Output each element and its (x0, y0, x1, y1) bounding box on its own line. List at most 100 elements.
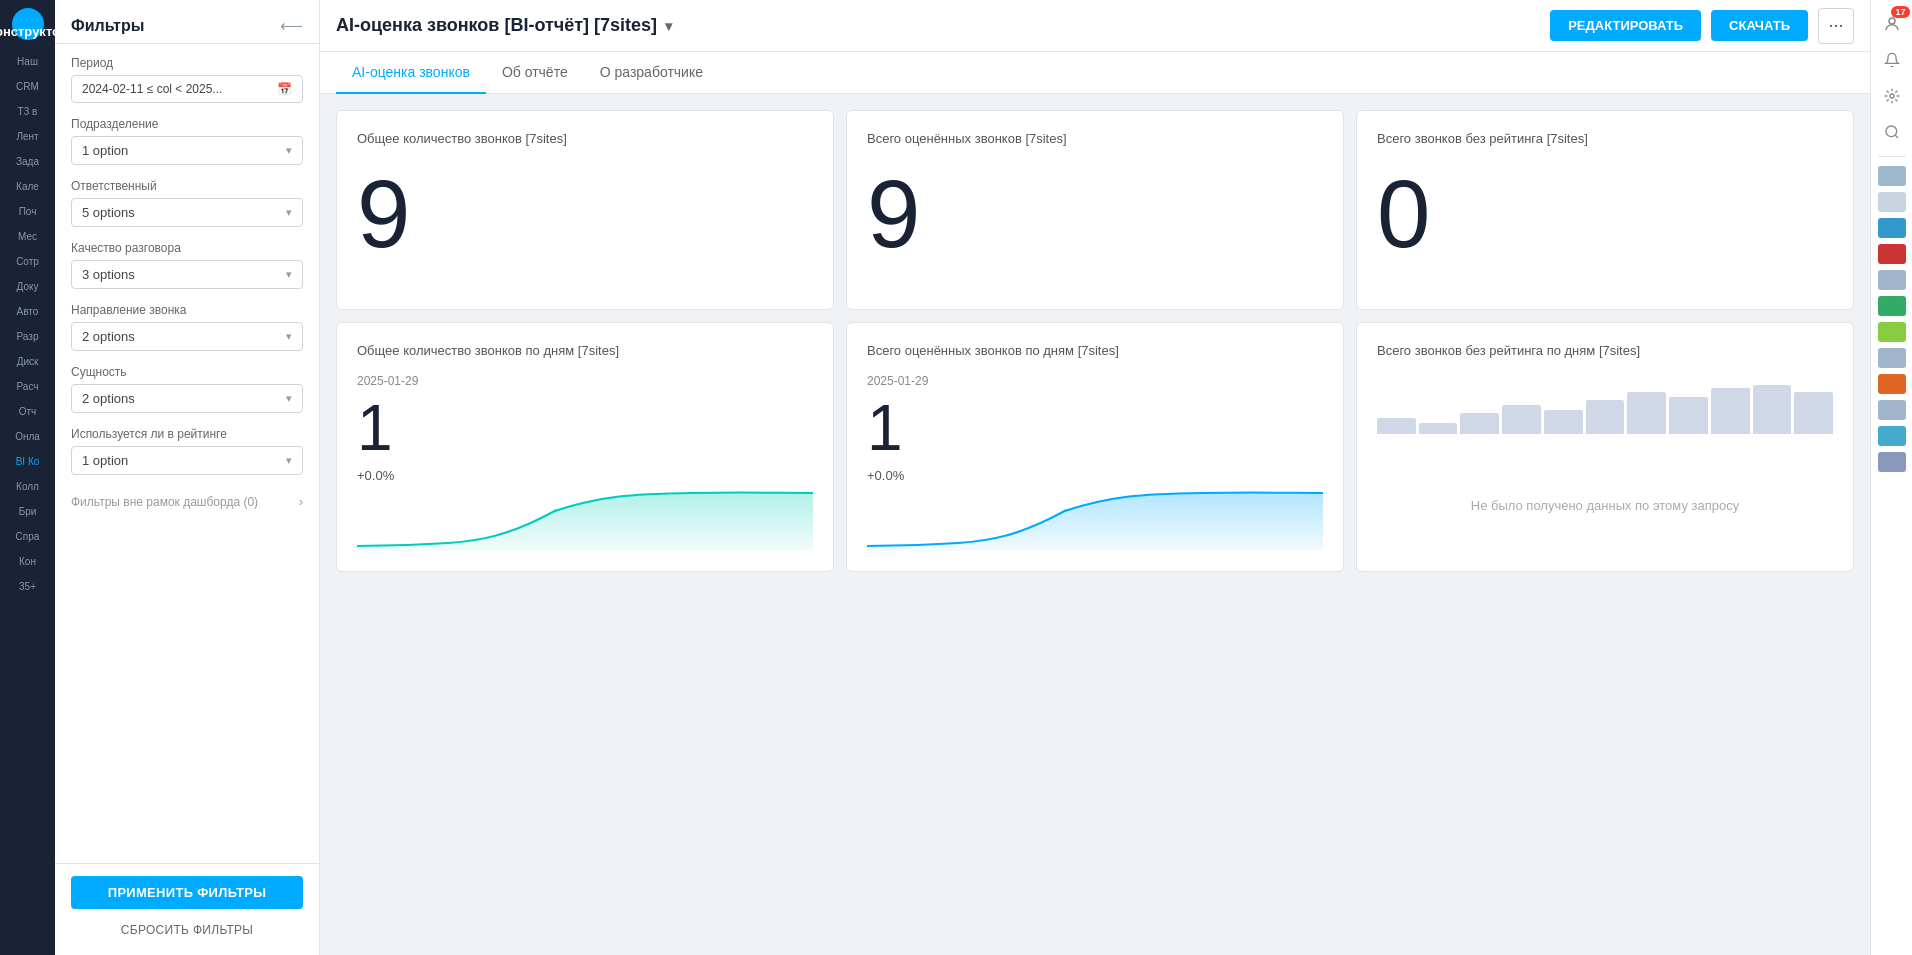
card-daily-total-value: 1 (357, 396, 813, 460)
filter-period: Период 2024-02-11 ≤ col < 2025... 📅 (71, 56, 303, 103)
filter-direction-select[interactable]: 2 options ▾ (71, 322, 303, 351)
nav-item-6[interactable]: Поч (0, 200, 55, 223)
calendar-icon: 📅 (277, 82, 292, 96)
filter-entity-label: Сущность (71, 365, 303, 379)
card-daily-rated: Всего оценённых звонков по дням [7sites]… (846, 322, 1344, 572)
outside-filters-label: Фильтры вне рамок дашборда (0) (71, 495, 258, 509)
nav-item-16[interactable]: BI Ко (0, 450, 55, 473)
tab-developer[interactable]: О разработчике (584, 52, 719, 94)
chevron-right-icon: › (299, 495, 303, 509)
chevron-down-icon-2: ▾ (286, 206, 292, 219)
bell-icon[interactable] (1876, 44, 1908, 76)
color-block-9 (1878, 400, 1906, 420)
no-data-text: Не было получено данных по этому запросу (1377, 498, 1833, 513)
chevron-down-icon-5: ▾ (286, 392, 292, 405)
cards-grid: Общее количество звонков [7sites] 9 Всег… (336, 110, 1854, 572)
chevron-down-icon-4: ▾ (286, 330, 292, 343)
color-block-4 (1878, 270, 1906, 290)
nav-item-0[interactable]: Наш (0, 50, 55, 73)
nav-item-10[interactable]: Авто (0, 300, 55, 323)
left-nav: BI Конструктор Наш CRM Т3 в Лент Зада Ка… (0, 0, 55, 955)
card-total-calls-title: Общее количество звонков [7sites] (357, 131, 813, 146)
app-logo[interactable]: BI Конструктор (12, 8, 44, 40)
content-area: Общее количество звонков [7sites] 9 Всег… (320, 94, 1870, 955)
card-rated-calls-value: 9 (867, 166, 1323, 262)
color-block-0 (1878, 166, 1906, 186)
main-area: AI-оценка звонков [BI-отчёт] [7sites] ▾ … (320, 0, 1870, 955)
svg-point-0 (1889, 18, 1895, 24)
filter-responsible: Ответственный 5 options ▾ (71, 179, 303, 227)
filter-rating-value: 1 option (82, 453, 128, 468)
card-daily-no-rating: Всего звонков без рейтинга по дням [7sit… (1356, 322, 1854, 572)
filter-responsible-value: 5 options (82, 205, 135, 220)
filter-entity: Сущность 2 options ▾ (71, 365, 303, 413)
filter-quality-select[interactable]: 3 options ▾ (71, 260, 303, 289)
nav-item-11[interactable]: Разр (0, 325, 55, 348)
nav-item-3[interactable]: Лент (0, 125, 55, 148)
nav-item-2[interactable]: Т3 в (0, 100, 55, 123)
nav-item-12[interactable]: Диск (0, 350, 55, 373)
card-daily-rated-date: 2025-01-29 (867, 374, 1323, 388)
nav-item-7[interactable]: Мес (0, 225, 55, 248)
color-block-5 (1878, 296, 1906, 316)
sidebar-collapse-button[interactable]: ⟵ (280, 16, 303, 35)
sidebar-content: Период 2024-02-11 ≤ col < 2025... 📅 Подр… (55, 44, 319, 863)
notification-badge: 17 (1891, 6, 1909, 18)
report-title-dropdown-icon[interactable]: ▾ (665, 18, 672, 34)
right-bar: 17 (1870, 0, 1912, 955)
card-no-rating-calls-title: Всего звонков без рейтинга [7sites] (1377, 131, 1833, 146)
search-icon[interactable] (1876, 116, 1908, 148)
filter-subdivision-select[interactable]: 1 option ▾ (71, 136, 303, 165)
nav-item-9[interactable]: Доку (0, 275, 55, 298)
apply-filters-button[interactable]: ПРИМЕНИТЬ ФИЛЬТРЫ (71, 876, 303, 909)
bar-10 (1753, 385, 1792, 434)
filter-rating-select[interactable]: 1 option ▾ (71, 446, 303, 475)
svg-point-1 (1890, 94, 1894, 98)
outside-filters-link[interactable]: Фильтры вне рамок дашборда (0) › (71, 489, 303, 515)
tabs-bar: AI-оценка звонков Об отчёте О разработчи… (320, 52, 1870, 94)
filter-entity-select[interactable]: 2 options ▾ (71, 384, 303, 413)
tab-about[interactable]: Об отчёте (486, 52, 584, 94)
bar-3 (1460, 413, 1499, 434)
tab-ai-score[interactable]: AI-оценка звонков (336, 52, 486, 94)
filter-subdivision: Подразделение 1 option ▾ (71, 117, 303, 165)
filter-responsible-select[interactable]: 5 options ▾ (71, 198, 303, 227)
svg-point-2 (1886, 126, 1897, 137)
nav-item-4[interactable]: Зада (0, 150, 55, 173)
nav-item-5[interactable]: Кале (0, 175, 55, 198)
nav-item-15[interactable]: Онла (0, 425, 55, 448)
filter-direction: Направление звонка 2 options ▾ (71, 303, 303, 351)
filter-quality: Качество разговора 3 options ▾ (71, 241, 303, 289)
nav-item-17[interactable]: Колл (0, 475, 55, 498)
top-bar: AI-оценка звонков [BI-отчёт] [7sites] ▾ … (320, 0, 1870, 52)
reset-filters-button[interactable]: СБРОСИТЬ ФИЛЬТРЫ (71, 917, 303, 943)
nav-item-13[interactable]: Расч (0, 375, 55, 398)
sidebar-header: Фильтры ⟵ (55, 0, 319, 44)
bar-6 (1586, 400, 1625, 434)
card-total-calls: Общее количество звонков [7sites] 9 (336, 110, 834, 310)
filter-period-input[interactable]: 2024-02-11 ≤ col < 2025... 📅 (71, 75, 303, 103)
bar-7 (1627, 392, 1666, 434)
edit-button[interactable]: РЕДАКТИРОВАТЬ (1550, 10, 1701, 41)
filter-responsible-label: Ответственный (71, 179, 303, 193)
settings-icon[interactable] (1876, 80, 1908, 112)
nav-item-14[interactable]: Отч (0, 400, 55, 423)
nav-item-21[interactable]: 35+ (0, 575, 55, 598)
nav-item-19[interactable]: Спра (0, 525, 55, 548)
nav-item-20[interactable]: Кон (0, 550, 55, 573)
chevron-down-icon: ▾ (286, 144, 292, 157)
card-no-rating-calls-value: 0 (1377, 166, 1833, 262)
filter-direction-value: 2 options (82, 329, 135, 344)
nav-item-18[interactable]: Бри (0, 500, 55, 523)
card-rated-calls: Всего оценённых звонков [7sites] 9 (846, 110, 1344, 310)
bar-5 (1544, 410, 1583, 434)
more-options-button[interactable]: ··· (1818, 8, 1854, 44)
bar-chart-mini (1377, 378, 1833, 438)
download-button[interactable]: СКАЧАТЬ (1711, 10, 1808, 41)
nav-item-1[interactable]: CRM (0, 75, 55, 98)
card-rated-calls-title: Всего оценённых звонков [7sites] (867, 131, 1323, 146)
nav-item-8[interactable]: Сотр (0, 250, 55, 273)
filter-subdivision-value: 1 option (82, 143, 128, 158)
user-icon[interactable]: 17 (1876, 8, 1908, 40)
color-block-7 (1878, 348, 1906, 368)
